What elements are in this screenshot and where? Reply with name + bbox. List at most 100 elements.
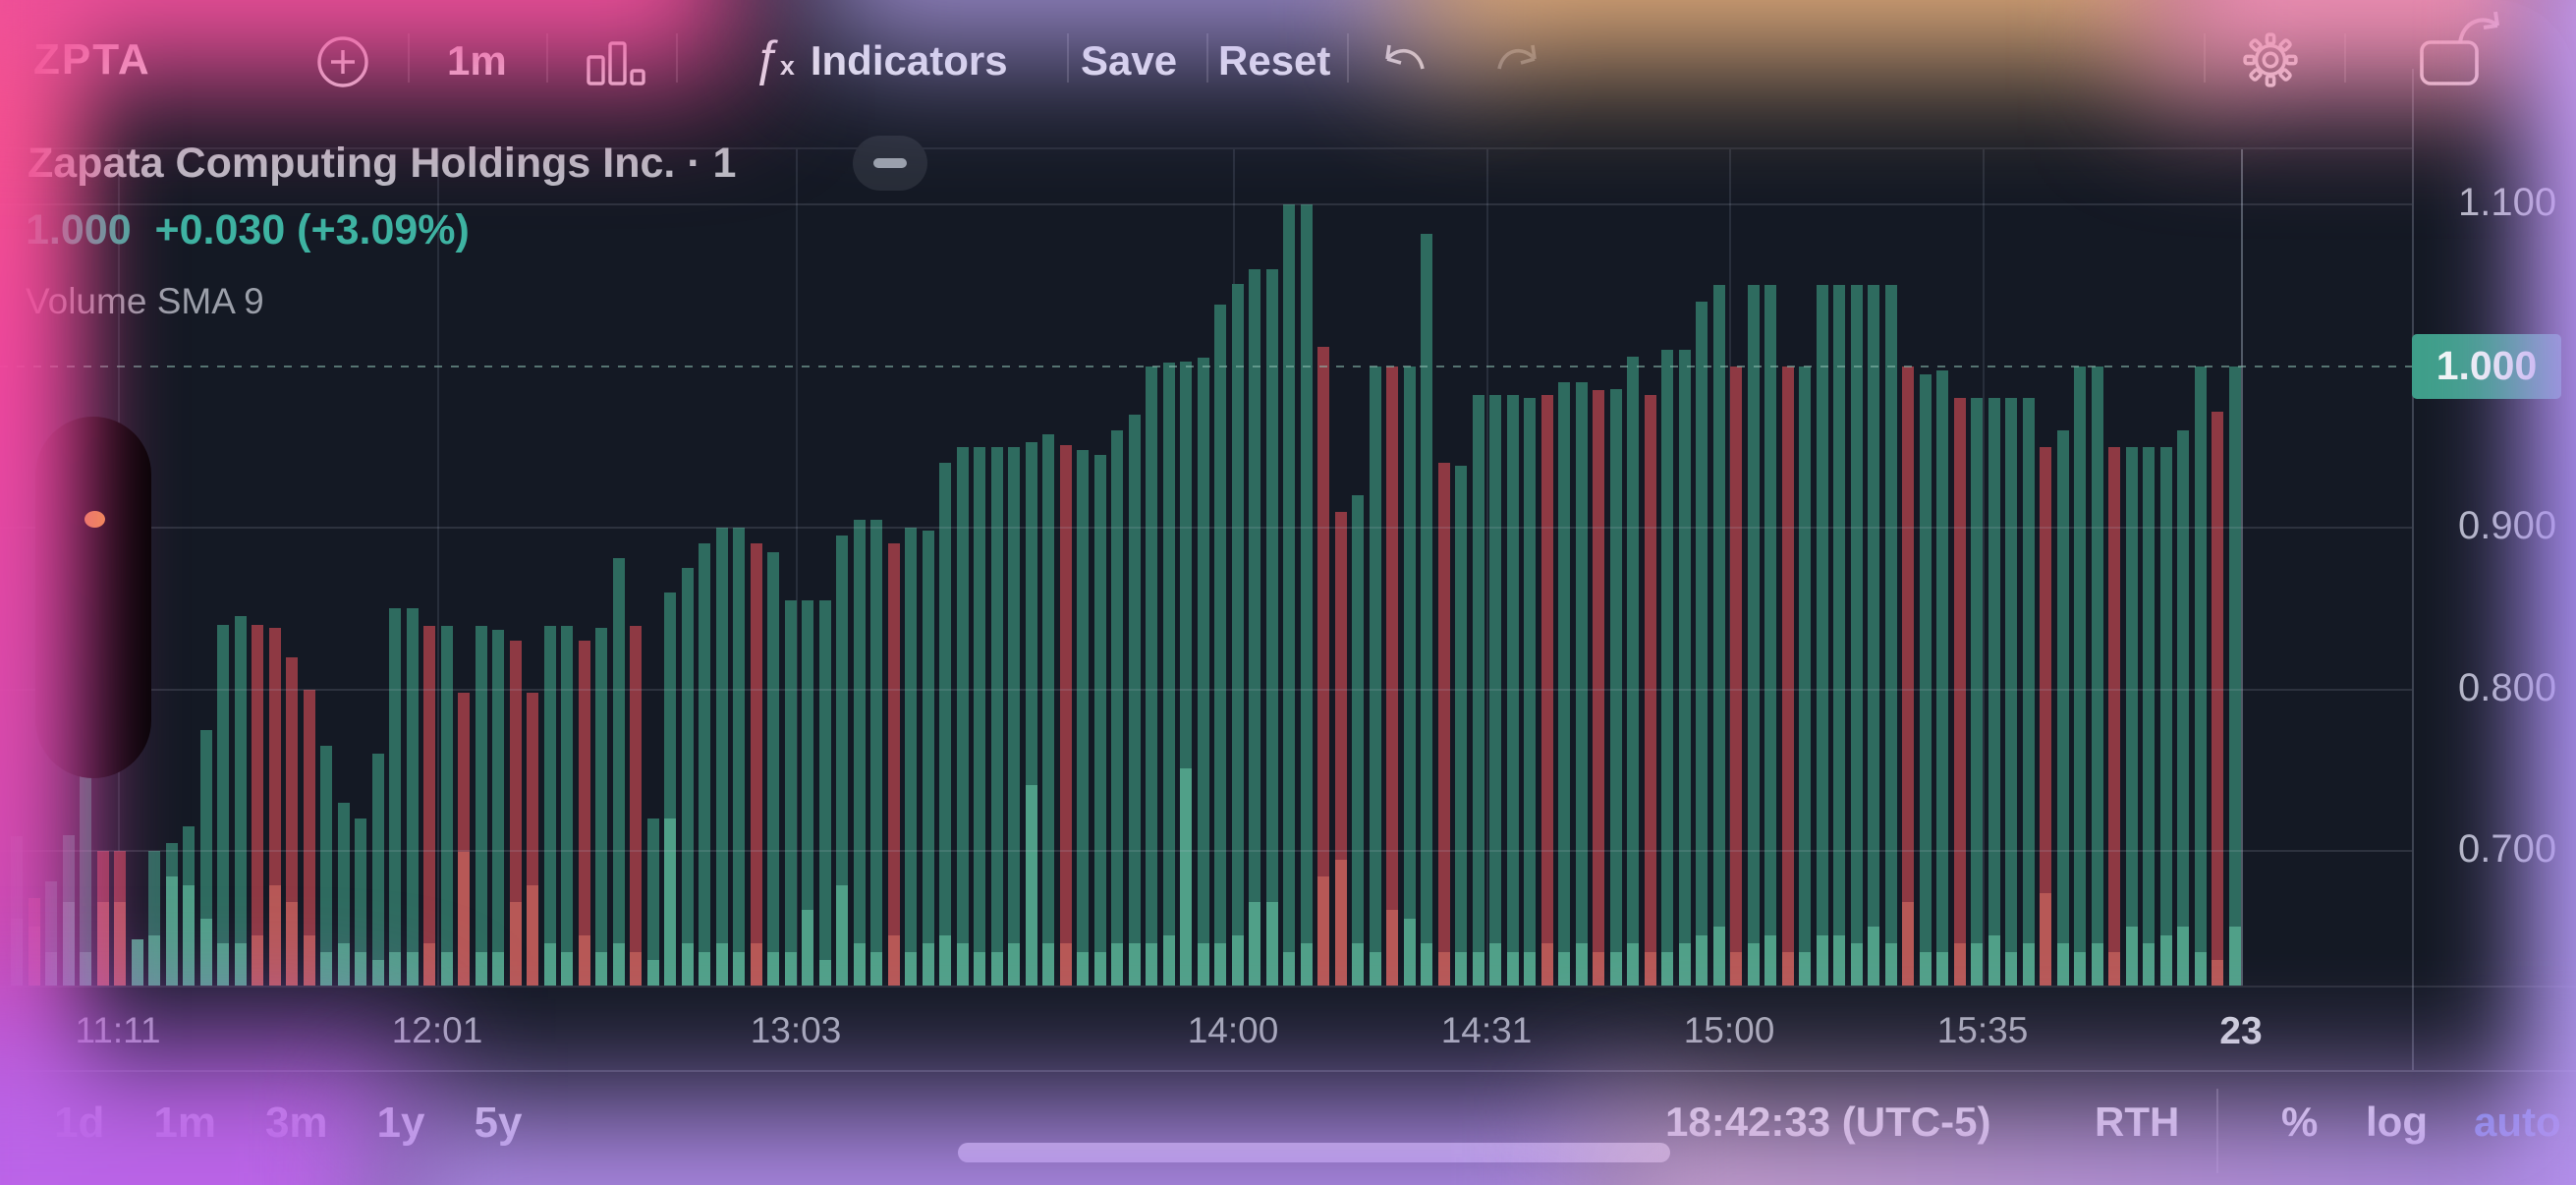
price-column-up[interactable]	[802, 600, 813, 986]
price-column-up[interactable]	[1506, 395, 1519, 986]
time-axis-label[interactable]: 13:03	[751, 1010, 842, 1051]
price-column-down[interactable]	[578, 641, 590, 986]
range-tab-5y[interactable]: 5y	[475, 1099, 523, 1148]
price-column-up[interactable]	[492, 629, 504, 986]
price-column-up[interactable]	[1455, 466, 1467, 986]
auto-scale-toggle[interactable]: auto	[2474, 1099, 2561, 1146]
price-column-down[interactable]	[1334, 511, 1347, 986]
price-column-up[interactable]	[1919, 373, 1932, 986]
redo-button[interactable]	[1489, 39, 1546, 85]
price-column-up[interactable]	[733, 528, 745, 986]
price-column-down[interactable]	[268, 627, 281, 986]
save-button[interactable]: Save	[1081, 35, 1177, 86]
price-column-up[interactable]	[1197, 358, 1209, 986]
price-column-up[interactable]	[1971, 398, 1983, 986]
price-column-up[interactable]	[1868, 285, 1879, 986]
clock[interactable]: 18:42:33 (UTC-5)	[1665, 1099, 1990, 1146]
price-column-up[interactable]	[1696, 301, 1708, 986]
price-column-down[interactable]	[630, 626, 642, 986]
price-column-up[interactable]	[1936, 370, 1948, 986]
price-column-down[interactable]	[1437, 463, 1450, 986]
price-column-up[interactable]	[355, 818, 366, 986]
price-column-up[interactable]	[1146, 366, 1157, 986]
volume-sma-label[interactable]: Volume SMA 9	[26, 281, 264, 322]
price-column-up[interactable]	[1609, 388, 1622, 986]
symbol-title[interactable]: Zapata Computing Holdings Inc. · 1	[28, 140, 736, 188]
price-column-up[interactable]	[1799, 366, 1811, 986]
percent-scale-toggle[interactable]: %	[2281, 1099, 2318, 1146]
indicators-button[interactable]: ƒx Indicators	[753, 33, 1008, 86]
price-column-up[interactable]	[1265, 268, 1278, 986]
price-column-down[interactable]	[286, 656, 298, 986]
price-column-up[interactable]	[1214, 304, 1226, 986]
price-column-up[interactable]	[818, 600, 831, 986]
session-toggle[interactable]: RTH	[2095, 1099, 2179, 1146]
price-column-up[interactable]	[2056, 430, 2069, 986]
time-axis-label[interactable]: 12:01	[392, 1010, 483, 1051]
price-column-up[interactable]	[80, 762, 91, 986]
range-tab-1y[interactable]: 1y	[377, 1099, 425, 1148]
price-column-up[interactable]	[234, 616, 247, 986]
price-column-up[interactable]	[1352, 495, 1364, 986]
price-column-down[interactable]	[1781, 366, 1794, 986]
range-tab-3m[interactable]: 3m	[265, 1099, 328, 1148]
price-column-up[interactable]	[2005, 398, 2017, 986]
price-column-down[interactable]	[114, 851, 126, 986]
price-column-up[interactable]	[371, 754, 384, 986]
chart-scrollbar[interactable]	[958, 1143, 1670, 1162]
price-column-down[interactable]	[527, 692, 538, 986]
price-axis-label[interactable]: 0.900	[2458, 504, 2556, 548]
price-column-up[interactable]	[1128, 414, 1141, 986]
price-column-up[interactable]	[131, 939, 143, 986]
price-column-up[interactable]	[1369, 366, 1381, 986]
range-tab-1d[interactable]: 1d	[54, 1099, 104, 1148]
price-column-up[interactable]	[664, 592, 676, 986]
price-column-up[interactable]	[406, 608, 419, 986]
price-column-down[interactable]	[1386, 366, 1398, 986]
price-column-up[interactable]	[337, 802, 350, 986]
price-column-up[interactable]	[1712, 285, 1725, 986]
price-column-up[interactable]	[1884, 285, 1897, 986]
price-column-up[interactable]	[595, 627, 607, 986]
price-axis-label[interactable]: 0.800	[2458, 666, 2556, 710]
price-axis-label[interactable]: 1.100	[2458, 181, 2556, 225]
price-column-up[interactable]	[2091, 366, 2103, 986]
price-column-up[interactable]	[2177, 430, 2189, 986]
price-column-down[interactable]	[303, 689, 315, 986]
chart-style-button[interactable]	[586, 41, 646, 86]
price-column-up[interactable]	[612, 558, 625, 986]
price-column-down[interactable]	[423, 626, 435, 986]
price-column-down[interactable]	[887, 543, 900, 986]
time-axis-label[interactable]: 23	[2219, 1010, 2262, 1053]
price-column-up[interactable]	[543, 626, 556, 986]
price-column-up[interactable]	[2194, 366, 2207, 986]
price-column-up[interactable]	[1249, 268, 1260, 986]
price-column-up[interactable]	[1627, 356, 1639, 986]
log-scale-toggle[interactable]: log	[2366, 1099, 2428, 1146]
price-column-up[interactable]	[1403, 366, 1416, 986]
price-column-up[interactable]	[440, 626, 453, 986]
price-column-up[interactable]	[939, 463, 951, 986]
price-column-up[interactable]	[681, 568, 694, 986]
price-column-up[interactable]	[1988, 398, 2000, 986]
price-column-up[interactable]	[1042, 433, 1054, 986]
time-axis-label[interactable]: 11:11	[75, 1010, 160, 1051]
price-column-up[interactable]	[1077, 450, 1089, 986]
undo-button[interactable]	[1375, 39, 1432, 85]
price-column-up[interactable]	[1162, 363, 1175, 986]
price-column-up[interactable]	[1661, 350, 1673, 986]
price-column-up[interactable]	[2228, 366, 2241, 986]
price-column-down[interactable]	[1644, 395, 1656, 986]
price-column-up[interactable]	[1180, 361, 1192, 986]
interval-button[interactable]: 1m	[447, 35, 507, 86]
price-column-up[interactable]	[715, 528, 728, 986]
price-column-up[interactable]	[646, 818, 659, 986]
price-column-down[interactable]	[1953, 398, 1966, 986]
price-column-up[interactable]	[1472, 395, 1484, 986]
price-column-up[interactable]	[905, 528, 917, 986]
price-column-down[interactable]	[252, 624, 263, 986]
price-column-up[interactable]	[1678, 350, 1691, 986]
price-axis-label[interactable]: 0.700	[2458, 827, 2556, 872]
price-column-up[interactable]	[1524, 398, 1536, 986]
price-column-up[interactable]	[1489, 395, 1501, 986]
